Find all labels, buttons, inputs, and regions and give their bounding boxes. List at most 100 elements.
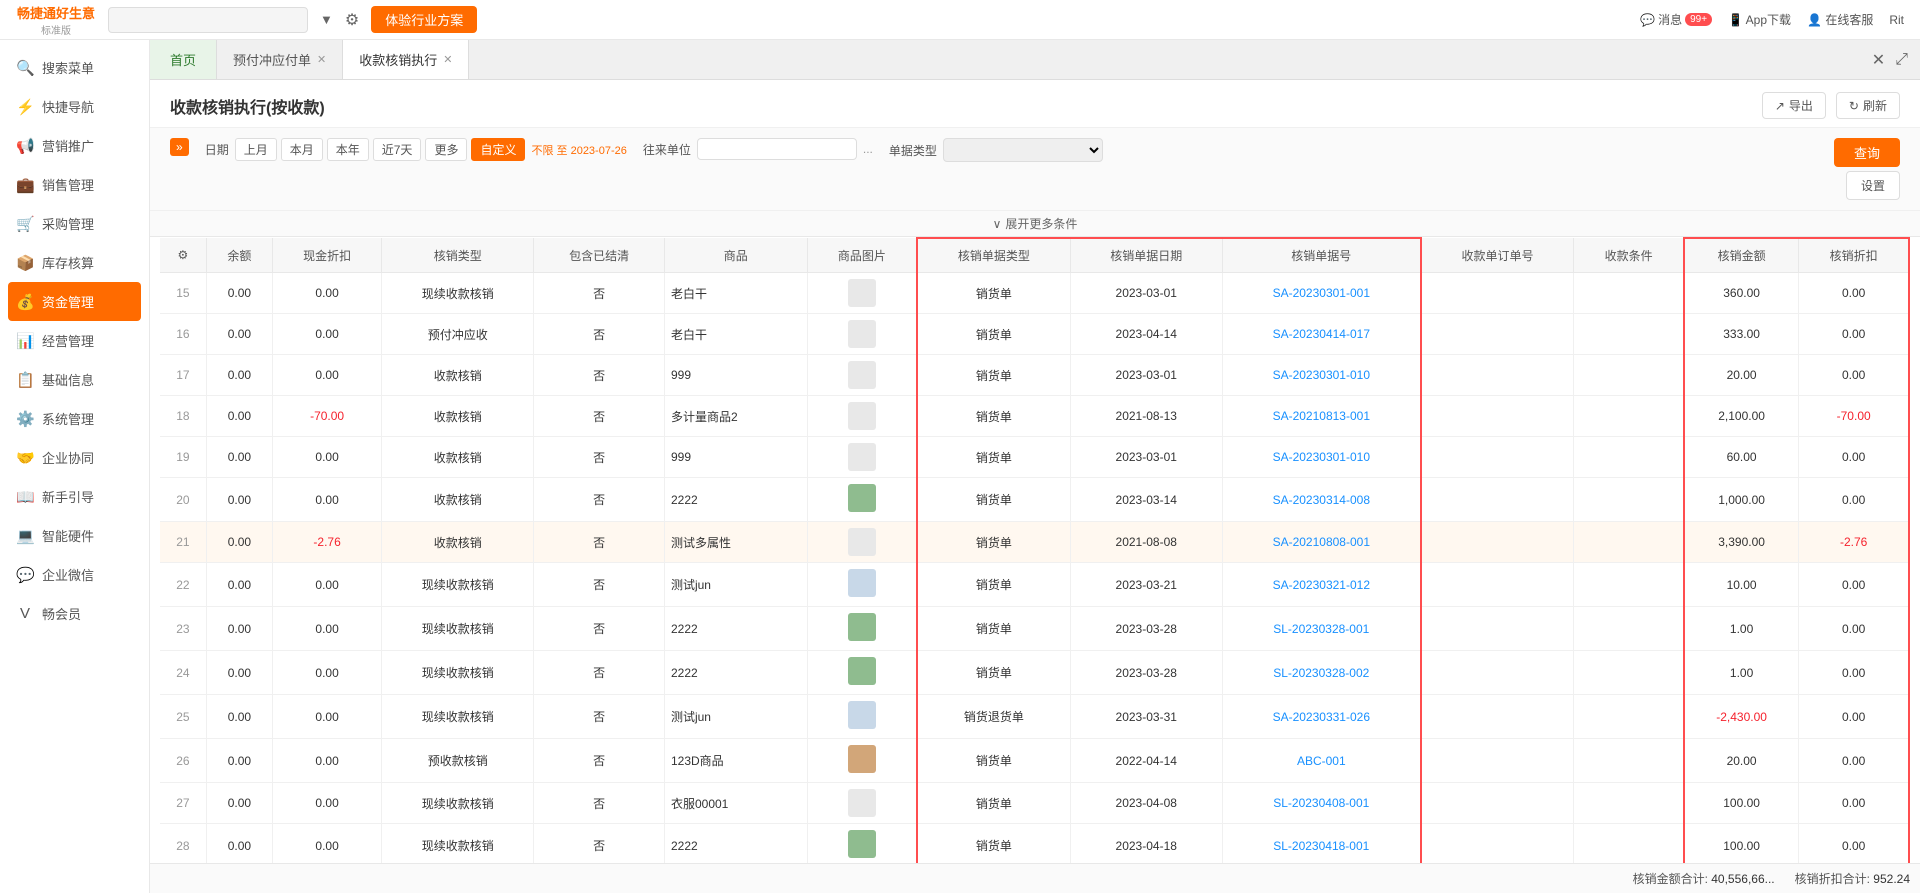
- sidebar-item-wechat[interactable]: 💬 企业微信: [0, 555, 149, 594]
- sidebar-item-sales[interactable]: 💼 销售管理: [0, 165, 149, 204]
- date-range-display: 不限 至 2023-07-26: [531, 142, 626, 158]
- industry-btn[interactable]: 体验行业方案: [371, 6, 477, 33]
- wechat-icon: 💬: [16, 566, 34, 584]
- cell-writeoff-amount: 100.00: [1684, 824, 1799, 864]
- tab-writeoff-label: 收款核销执行: [359, 50, 437, 69]
- sidebar-item-corp[interactable]: 🤝 企业协同: [0, 438, 149, 477]
- sidebar-item-basicinfo[interactable]: 📋 基础信息: [0, 360, 149, 399]
- cell-cash-discount: 0.00: [273, 783, 382, 824]
- more-date-btn[interactable]: 更多: [425, 138, 467, 161]
- col-included-settled: 包含已结清: [534, 238, 665, 273]
- sidebar-item-hardware[interactable]: 💻 智能硬件: [0, 516, 149, 555]
- sidebar-item-purchase[interactable]: 🛒 采购管理: [0, 204, 149, 243]
- message-icon[interactable]: 💬 消息 99+: [1640, 11, 1712, 28]
- cell-writeoff-bill-no[interactable]: SL-20230408-001: [1222, 783, 1420, 824]
- cell-balance: 0.00: [206, 739, 272, 783]
- cell-writeoff-bill-no[interactable]: SA-20210808-001: [1222, 522, 1420, 563]
- cell-receipt-order-no: [1421, 739, 1574, 783]
- cell-balance: 0.00: [206, 478, 272, 522]
- sidebar-item-inventory[interactable]: 📦 库存核算: [0, 243, 149, 282]
- sidebar-item-member[interactable]: V 畅会员: [0, 594, 149, 633]
- tab-writeoff-close[interactable]: ✕: [443, 53, 452, 66]
- sidebar-item-system[interactable]: ⚙️ 系统管理: [0, 399, 149, 438]
- close-window-icon[interactable]: ✕: [1872, 50, 1885, 70]
- cell-cash-discount: 0.00: [273, 478, 382, 522]
- tab-prepay-close[interactable]: ✕: [317, 53, 326, 66]
- cell-writeoff-amount: 333.00: [1684, 314, 1799, 355]
- cell-writeoff-type: 现续收款核销: [382, 273, 534, 314]
- cell-writeoff-bill-no[interactable]: SA-20230414-017: [1222, 314, 1420, 355]
- this-month-btn[interactable]: 本月: [281, 138, 323, 161]
- collapse-filter-btn[interactable]: »: [170, 138, 189, 156]
- cell-receipt-condition: [1574, 478, 1684, 522]
- cell-goods: 2222: [664, 478, 807, 522]
- custom-date-btn[interactable]: 自定义: [471, 138, 525, 161]
- sidebar-item-marketing[interactable]: 📢 营销推广: [0, 126, 149, 165]
- user-name[interactable]: Rit: [1889, 13, 1904, 27]
- tab-home[interactable]: 首页: [150, 40, 217, 79]
- bill-type-select[interactable]: [943, 138, 1103, 162]
- expand-more-btn[interactable]: ∨ 展开更多条件: [993, 215, 1078, 232]
- from-unit-input[interactable]: [697, 138, 857, 160]
- row-number: 17: [160, 355, 206, 396]
- table-row: 18 0.00 -70.00 收款核销 否 多计量商品2 销货单 2021-08…: [160, 396, 1909, 437]
- online-service-link[interactable]: 👤 在线客服: [1807, 11, 1873, 28]
- sidebar-item-quicknav[interactable]: ⚡ 快捷导航: [0, 87, 149, 126]
- data-table: ⚙ 余额 现金折扣 核销类型 包含已结清 商品 商品图片 核销单据类型 核销单据…: [160, 237, 1910, 863]
- cell-receipt-condition: [1574, 695, 1684, 739]
- dropdown-icon[interactable]: ▼: [320, 12, 333, 27]
- cell-receipt-order-no: [1421, 651, 1574, 695]
- cell-writeoff-bill-no[interactable]: SA-20230314-008: [1222, 478, 1420, 522]
- sidebar-item-guide[interactable]: 📖 新手引导: [0, 477, 149, 516]
- sidebar-item-finance[interactable]: 💰 资金管理: [8, 282, 141, 321]
- sidebar-label-quicknav: 快捷导航: [42, 97, 94, 116]
- cell-writeoff-bill-no[interactable]: SA-20230301-010: [1222, 355, 1420, 396]
- col-setting[interactable]: ⚙: [160, 238, 206, 273]
- quicknav-icon: ⚡: [16, 98, 34, 116]
- cell-goods: 2222: [664, 824, 807, 864]
- col-receipt-order-no: 收款单订单号: [1421, 238, 1574, 273]
- sidebar-item-search[interactable]: 🔍 搜索菜单: [0, 48, 149, 87]
- cell-writeoff-bill-type: 销货单: [917, 783, 1070, 824]
- cell-writeoff-bill-no[interactable]: SA-20230301-001: [1222, 273, 1420, 314]
- hardware-icon: 💻: [16, 527, 34, 545]
- cell-writeoff-bill-no[interactable]: SL-20230328-002: [1222, 651, 1420, 695]
- cell-goods: 测试jun: [664, 563, 807, 607]
- cell-writeoff-discount: 0.00: [1799, 314, 1909, 355]
- this-year-btn[interactable]: 本年: [327, 138, 369, 161]
- cell-cash-discount: 0.00: [273, 355, 382, 396]
- cell-writeoff-amount: 360.00: [1684, 273, 1799, 314]
- tab-prepay[interactable]: 预付冲应付单 ✕: [217, 40, 343, 79]
- cell-writeoff-bill-no[interactable]: ABC-001: [1222, 739, 1420, 783]
- cell-writeoff-bill-no[interactable]: SA-20230331-026: [1222, 695, 1420, 739]
- export-button[interactable]: ↗ 导出: [1762, 92, 1826, 119]
- cell-writeoff-bill-no[interactable]: SL-20230418-001: [1222, 824, 1420, 864]
- cell-receipt-condition: [1574, 739, 1684, 783]
- app-download-link[interactable]: 📱 App下载: [1728, 11, 1791, 28]
- last-month-btn[interactable]: 上月: [235, 138, 277, 161]
- sidebar-item-operations[interactable]: 📊 经营管理: [0, 321, 149, 360]
- maximize-icon[interactable]: ⤢: [1895, 51, 1908, 69]
- cell-goods: 测试多属性: [664, 522, 807, 563]
- cell-included-settled: 否: [534, 824, 665, 864]
- table-area[interactable]: ⚙ 余额 现金折扣 核销类型 包含已结清 商品 商品图片 核销单据类型 核销单据…: [150, 237, 1920, 863]
- tab-writeoff[interactable]: 收款核销执行 ✕: [343, 40, 469, 79]
- refresh-button[interactable]: ↻ 刷新: [1836, 92, 1900, 119]
- settings-button[interactable]: 设置: [1846, 171, 1900, 200]
- last-7-days-btn[interactable]: 近7天: [373, 138, 422, 161]
- cell-writeoff-bill-no[interactable]: SL-20230328-001: [1222, 607, 1420, 651]
- page-content: 收款核销执行(按收款) ↗ 导出 ↻ 刷新 » 日期: [150, 80, 1920, 893]
- cell-writeoff-bill-type: 销货单: [917, 273, 1070, 314]
- cell-writeoff-bill-no[interactable]: SA-20210813-001: [1222, 396, 1420, 437]
- cell-writeoff-bill-no[interactable]: SA-20230321-012: [1222, 563, 1420, 607]
- cell-writeoff-bill-date: 2023-03-28: [1070, 651, 1222, 695]
- top-search-input[interactable]: [108, 7, 308, 33]
- cell-goods-img: [807, 651, 917, 695]
- cell-writeoff-bill-no[interactable]: SA-20230301-010: [1222, 437, 1420, 478]
- row-number: 20: [160, 478, 206, 522]
- basicinfo-icon: 📋: [16, 371, 34, 389]
- cell-goods-img: [807, 273, 917, 314]
- corp-icon: 🤝: [16, 449, 34, 467]
- query-button[interactable]: 查询: [1834, 138, 1900, 167]
- gear-icon[interactable]: ⚙: [345, 10, 359, 30]
